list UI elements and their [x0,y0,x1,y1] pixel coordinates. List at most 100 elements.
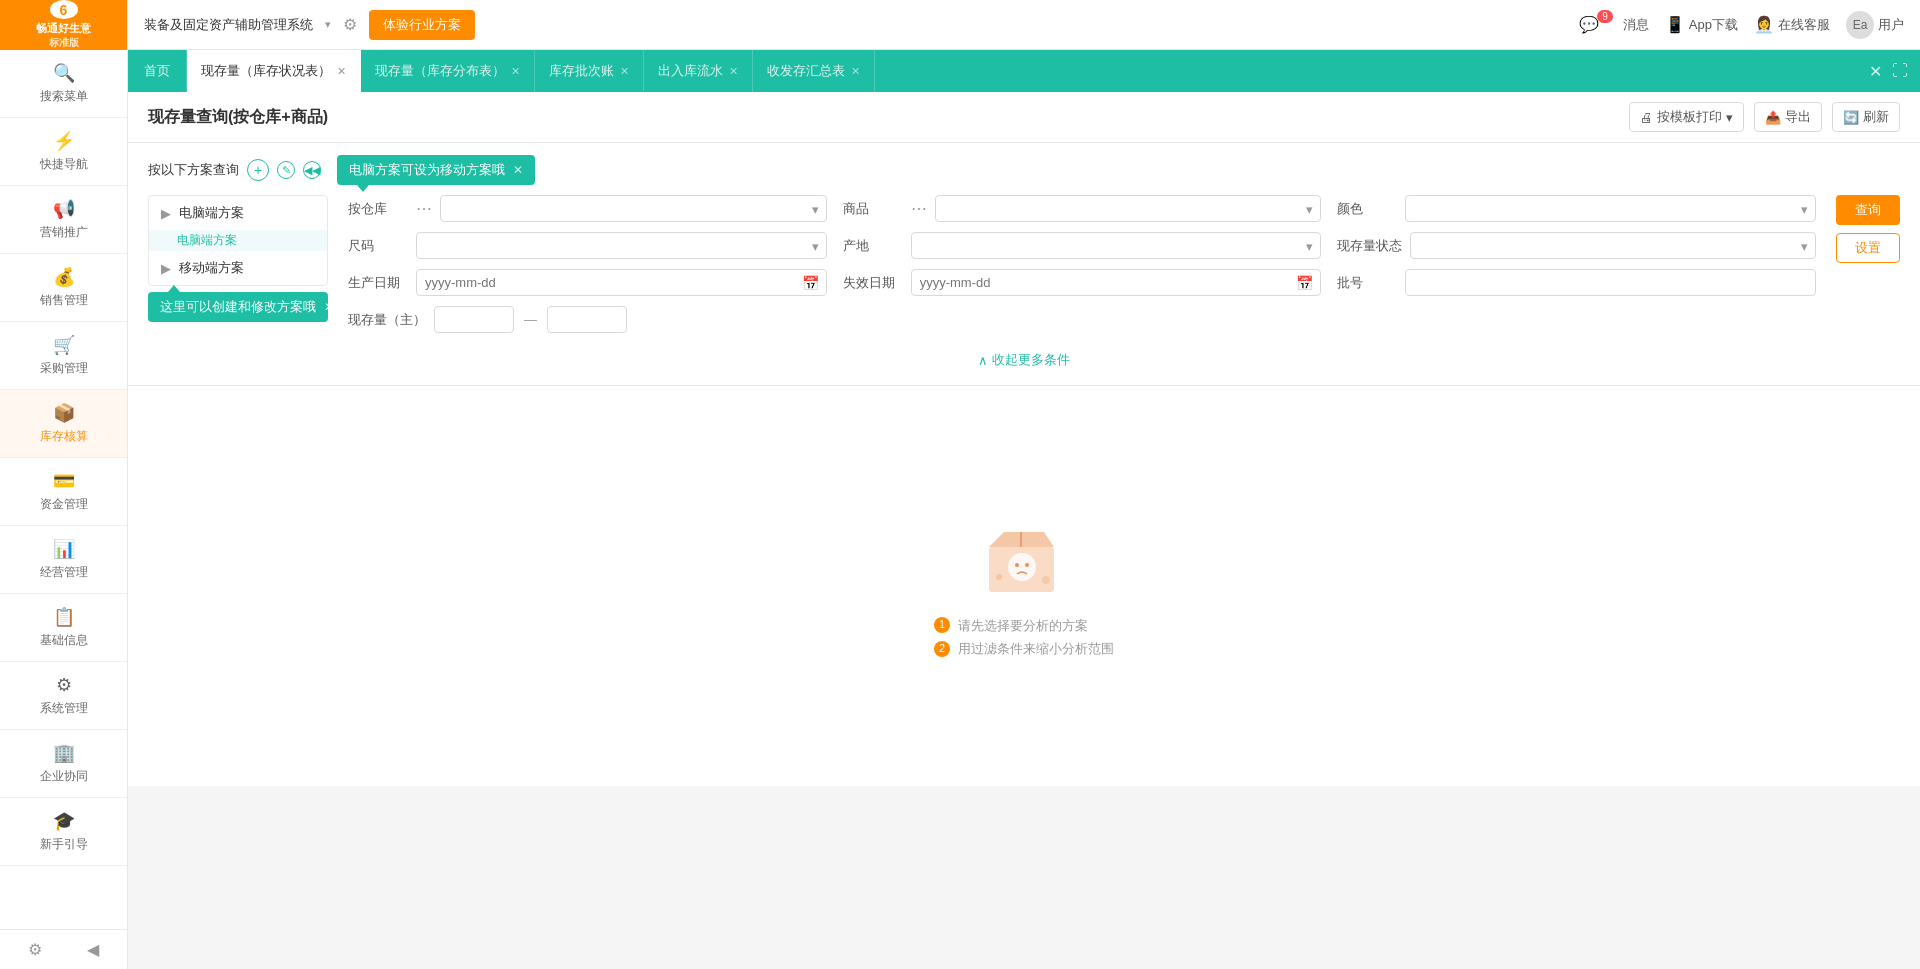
collapse-more-btn[interactable]: ∧ 收起更多条件 [148,343,1900,373]
sidebar-item-sales[interactable]: 💰 销售管理 [0,254,127,322]
filter-warehouse: 按仓库 ⋯ [348,195,827,222]
expire-date-calendar-icon[interactable]: 📅 [1296,275,1313,291]
stock-main-label: 现存量（主） [348,311,426,329]
basic-info-icon: 📋 [53,606,75,628]
expire-date-wrap: 📅 [911,269,1322,296]
trial-button[interactable]: 体验行业方案 [369,10,475,40]
svg-point-5 [996,574,1002,580]
filter-row-4: 现存量（主） — [348,306,1816,333]
search-button[interactable]: 查询 [1836,195,1900,225]
hint-text-1: 请先选择要分析的方案 [958,614,1088,637]
sidebar-item-enterprise[interactable]: 🏢 企业协同 [0,730,127,798]
tab-close-all-icon[interactable]: ✕ [1869,62,1882,81]
sidebar-item-system[interactable]: ⚙ 系统管理 [0,662,127,730]
tab-receive-summary-close[interactable]: ✕ [851,65,860,78]
tab-inventory-status[interactable]: 现存量（库存状况表） ✕ [187,50,361,92]
refresh-btn[interactable]: 🔄 刷新 [1832,102,1900,132]
tab-batch-ledger[interactable]: 库存批次账 ✕ [535,50,644,92]
app-download-icon: 📱 [1665,15,1685,34]
sidebar-item-label: 经营管理 [40,564,88,581]
sidebar-item-management[interactable]: 📊 经营管理 [0,526,127,594]
tab-inventory-distribution[interactable]: 现存量（库存分布表） ✕ [361,50,535,92]
messages-btn[interactable]: 💬 9 消息 [1579,15,1649,34]
search-action-btns: 查询 设置 [1836,195,1900,333]
system-dropdown-icon[interactable]: ▾ [325,18,331,31]
color-select[interactable] [1405,195,1816,222]
sidebar-item-marketing[interactable]: 📢 营销推广 [0,186,127,254]
filter-expire-date: 失效日期 📅 [843,269,1322,296]
scheme-item-mobile[interactable]: ▶ 移动端方案 [149,251,327,285]
scheme-panel-wrap: ▶ 电脑端方案 电脑端方案 ▶ 移动端方案 [148,195,328,333]
tab-receive-summary-label: 收发存汇总表 [767,62,845,80]
export-label: 导出 [1785,108,1811,126]
stock-status-select-wrap [1410,232,1816,259]
tab-inout-flow-close[interactable]: ✕ [729,65,738,78]
app-download-btn[interactable]: 📱 App下载 [1665,15,1738,34]
goods-select[interactable] [935,195,1322,222]
sidebar-bottom: ⚙ ◀ [0,929,127,969]
tooltip-scheme-close[interactable]: ✕ [513,163,523,177]
stock-main-from[interactable] [434,306,514,333]
filter-area: 按以下方案查询 + ✎ ◀◀ 电脑方案可设为移动方案哦 ✕ [128,143,1920,386]
batch-no-label: 批号 [1337,274,1397,292]
scheme-item-desktop[interactable]: ▶ 电脑端方案 [149,196,327,230]
messages-icon: 💬 [1579,15,1599,34]
sidebar-item-quick-nav[interactable]: ⚡ 快捷导航 [0,118,127,186]
set-button[interactable]: 设置 [1836,233,1900,263]
svg-point-2 [1008,553,1036,581]
filter-row-1: 按仓库 ⋯ 商品 ⋯ [348,195,1816,222]
filter-label: 按以下方案查询 [148,161,239,179]
origin-label: 产地 [843,237,903,255]
tab-inventory-status-close[interactable]: ✕ [337,65,346,78]
color-select-wrap [1405,195,1816,222]
tooltip-create-close[interactable]: ✕ [324,300,334,314]
batch-no-input[interactable] [1405,269,1816,296]
management-icon: 📊 [53,538,75,560]
hint-text-2: 用过滤条件来缩小分析范围 [958,637,1114,660]
print-btn[interactable]: 🖨 按模板打印 ▾ [1629,102,1744,132]
warehouse-select[interactable] [440,195,827,222]
size-select[interactable] [416,232,827,259]
settings-gear-icon[interactable]: ⚙ [343,15,357,34]
online-support-btn[interactable]: 👩‍💼 在线客服 [1754,15,1830,34]
sidebar-collapse-btn[interactable]: ◀ [87,940,99,959]
prod-date-calendar-icon[interactable]: 📅 [802,275,819,291]
tab-home[interactable]: 首页 [128,50,187,92]
tab-receive-summary[interactable]: 收发存汇总表 ✕ [753,50,875,92]
sidebar-item-purchase[interactable]: 🛒 采购管理 [0,322,127,390]
export-icon: 📤 [1765,110,1781,125]
expire-date-input[interactable] [911,269,1322,296]
user-btn[interactable]: Ea 用户 [1846,11,1904,39]
user-avatar: Ea [1846,11,1874,39]
sidebar-item-label: 库存核算 [40,428,88,445]
enterprise-icon: 🏢 [53,742,75,764]
user-avatar-text: Ea [1853,18,1868,32]
sidebar-item-basic-info[interactable]: 📋 基础信息 [0,594,127,662]
prev-scheme-btn[interactable]: ◀◀ [303,161,321,179]
sidebar-item-guide[interactable]: 🎓 新手引导 [0,798,127,866]
filter-row-header: 按以下方案查询 + ✎ ◀◀ 电脑方案可设为移动方案哦 ✕ [148,155,1900,185]
prod-date-input[interactable] [416,269,827,296]
filter-color: 颜色 [1337,195,1816,222]
tab-inout-flow[interactable]: 出入库流水 ✕ [644,50,753,92]
messages-label: 消息 [1623,16,1649,34]
stock-main-to[interactable] [547,306,627,333]
origin-select[interactable] [911,232,1322,259]
tooltip-scheme-container: 电脑方案可设为移动方案哦 ✕ [337,155,535,185]
sidebar-item-finance[interactable]: 💳 资金管理 [0,458,127,526]
scheme-sub-item[interactable]: 电脑端方案 [149,230,327,251]
guide-icon: 🎓 [53,810,75,832]
page-actions: 🖨 按模板打印 ▾ 📤 导出 🔄 刷新 [1629,102,1900,132]
tab-batch-ledger-close[interactable]: ✕ [620,65,629,78]
edit-scheme-btn[interactable]: ✎ [277,161,295,179]
stock-status-select[interactable] [1410,232,1816,259]
tab-inventory-distribution-close[interactable]: ✕ [511,65,520,78]
sidebar-settings-btn[interactable]: ⚙ [28,940,42,959]
add-scheme-btn[interactable]: + [247,159,269,181]
sidebar: 6 畅通好生意 标准版 🔍 搜索菜单 ⚡ 快捷导航 📢 营销推广 💰 销售管理 … [0,0,128,969]
sidebar-item-inventory[interactable]: 📦 库存核算 [0,390,127,458]
export-btn[interactable]: 📤 导出 [1754,102,1822,132]
print-dropdown-icon: ▾ [1726,110,1733,125]
sidebar-item-search-menu[interactable]: 🔍 搜索菜单 [0,50,127,118]
tab-expand-icon[interactable]: ⛶ [1892,62,1908,80]
